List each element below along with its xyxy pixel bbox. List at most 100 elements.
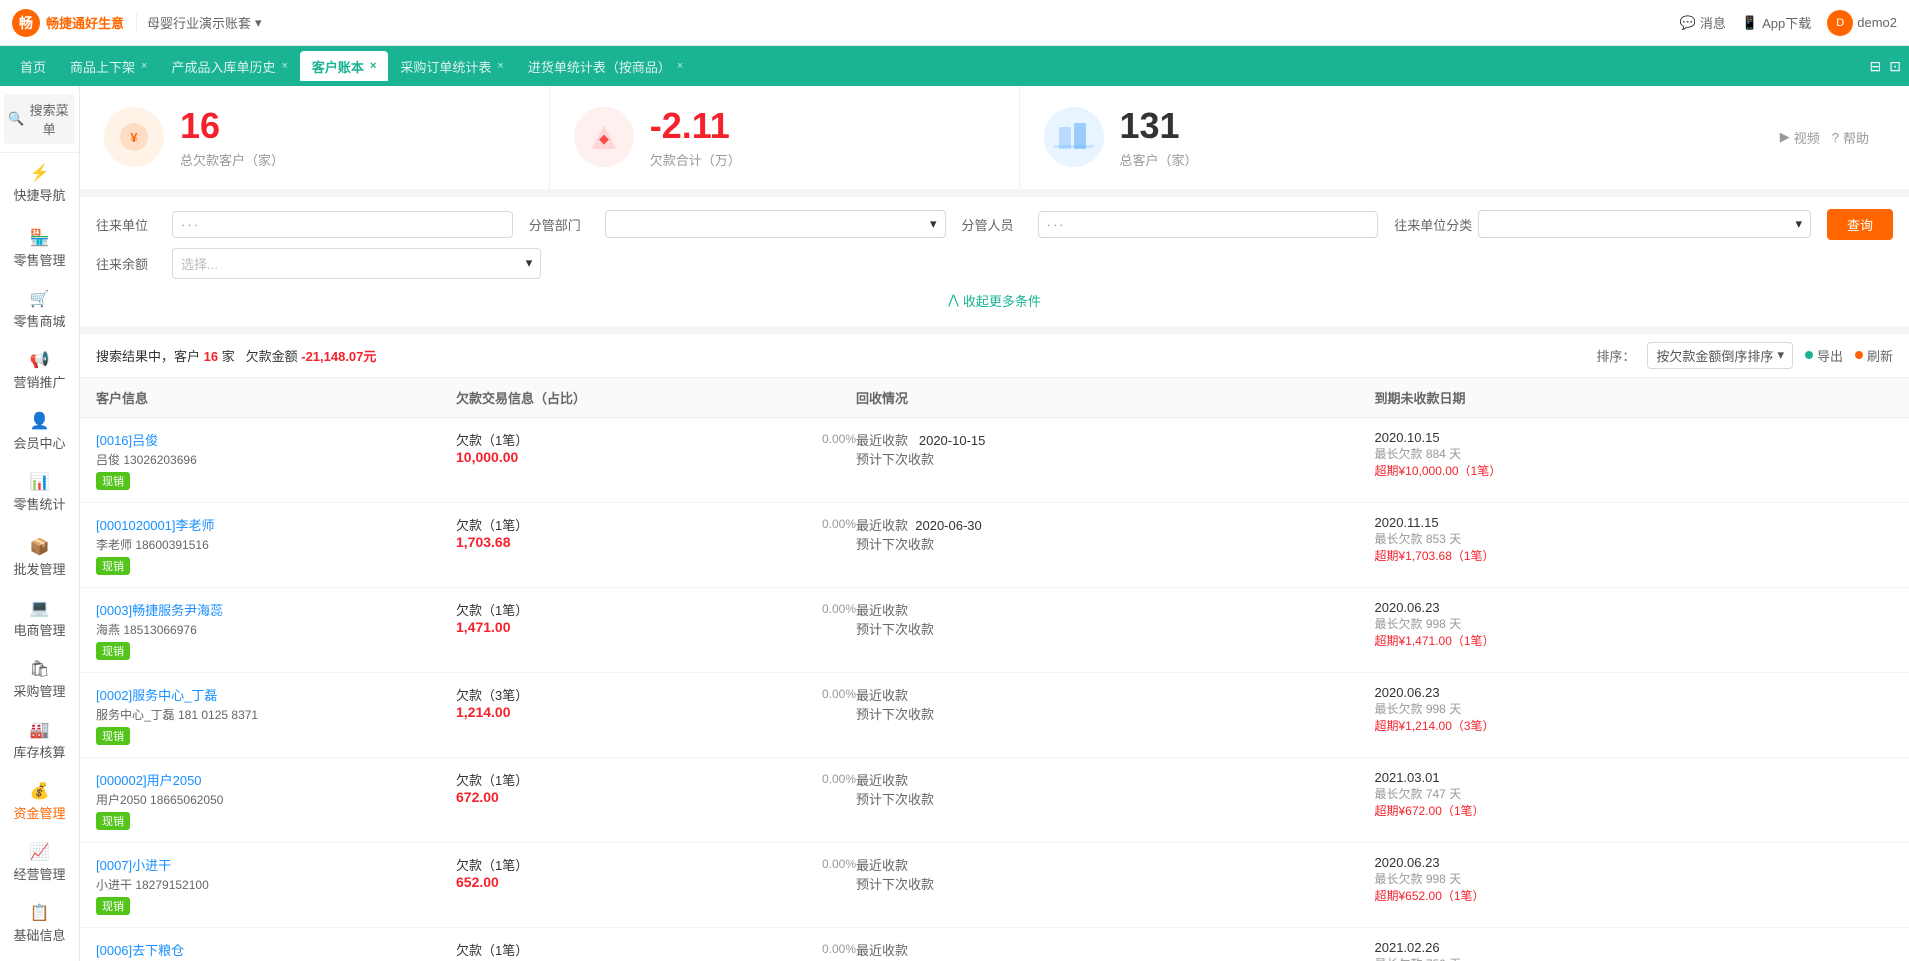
filter-select-dept[interactable]: ▾ <box>605 210 946 238</box>
sidebar-batch-mgmt-label: 批发管理 <box>13 559 65 578</box>
filter-input-from-unit[interactable]: ··· <box>172 211 513 238</box>
stats-row: ¥ 16 总欠款客户（家） ◆ -2.11 欠款合计（万） <box>80 86 1909 189</box>
filter-person-dots: ··· <box>1047 217 1066 232</box>
top-bar: 畅 畅捷通好生意 母婴行业演示账套 ▾ 💬 消息 📱 App下载 D demo2 <box>0 0 1909 46</box>
tab-purchase-order-close[interactable]: × <box>497 60 503 72</box>
sidebar-item-basic-info[interactable]: 📋 基础信息 <box>0 893 79 954</box>
quick-nav-icon: ⚡ <box>30 163 50 183</box>
data-table: 客户信息 欠款交易信息（占比） 回收情况 到期未收款日期 [0016]吕俊 吕俊… <box>80 378 1909 961</box>
table-row: [0016]吕俊 吕俊 13026203696 现销 欠款（1笔） 10,000… <box>80 418 1909 503</box>
overdue-link-3[interactable]: 超期¥1,214.00（3笔） <box>1375 717 1894 734</box>
customer-info-cell-1: [0001020001]李老师 李老师 18600391516 现销 <box>96 515 456 575</box>
stat-card-1: ¥ 16 总欠款客户（家） <box>80 86 550 189</box>
sidebar-item-retail-stats[interactable]: 📊 零售统计 <box>0 462 79 523</box>
inventory-icon: 🏭 <box>30 720 50 740</box>
filter-select-unit-category[interactable]: ▾ <box>1478 210 1811 238</box>
customer-name-1[interactable]: [0001020001]李老师 <box>96 518 215 533</box>
collection-info-6: 最近收款 预计下次收款 <box>856 940 1375 961</box>
help-btn[interactable]: ? 帮助 <box>1832 128 1869 147</box>
sidebar-item-marketing[interactable]: 📢 营销推广 <box>0 340 79 401</box>
main-layout: 🔍 搜索菜单 ⚡ 快捷导航 🏪 零售管理 🛒 零售商城 📢 营销推广 👤 会员中… <box>0 86 1909 961</box>
retail-store-icon: 🛒 <box>30 289 50 309</box>
overdue-link-0[interactable]: 超期¥10,000.00（1笔） <box>1375 462 1894 479</box>
filter-select-balance[interactable]: 选择... ▾ <box>172 248 541 279</box>
customer-name-0[interactable]: [0016]吕俊 <box>96 430 456 449</box>
app-download-btn[interactable]: 📱 App下载 <box>1742 13 1811 32</box>
search-button[interactable]: 查询 <box>1827 209 1893 240</box>
sidebar-item-quick-nav[interactable]: ⚡ 快捷导航 <box>0 153 79 214</box>
tab-products-off[interactable]: 商品上下架 × <box>58 51 159 81</box>
store-dropdown-icon: ▾ <box>255 15 262 31</box>
sidebar-item-ecommerce[interactable]: 💻 电商管理 <box>0 588 79 649</box>
sidebar-item-batch-mgmt[interactable]: 📦 批发管理 <box>0 527 79 588</box>
stat-content-3: 131 总客户（家） <box>1120 106 1198 169</box>
sidebar-search-btn[interactable]: 🔍 搜索菜单 <box>4 94 75 144</box>
collapse-label: 收起更多条件 <box>963 291 1041 310</box>
customer-info-cell-5: [0007]小进干 小进干 18279152100 现销 <box>96 855 456 915</box>
video-help-btn[interactable]: ▶ 视频 <box>1780 128 1820 147</box>
retail-mgmt-icon: 🏪 <box>30 228 50 248</box>
tab-produce-history[interactable]: 产成品入库单历史 × <box>159 51 299 81</box>
sidebar-item-finance[interactable]: 💰 资金管理 <box>0 771 79 832</box>
overdue-link-1[interactable]: 超期¥1,703.68（1笔） <box>1375 547 1894 564</box>
refresh-btn[interactable]: 刷新 <box>1855 346 1893 365</box>
message-btn[interactable]: 💬 消息 <box>1680 13 1726 32</box>
tab-products-off-label: 商品上下架 <box>70 57 135 76</box>
tab-minimize-icon[interactable]: ⊟ <box>1870 58 1882 75</box>
sidebar-item-inventory[interactable]: 🏭 库存核算 <box>0 710 79 771</box>
debt-col-0: 欠款（1笔） 10,000.00 0.00% <box>456 430 856 465</box>
sidebar-item-ops-mgmt[interactable]: 📈 经营管理 <box>0 832 79 893</box>
filter-label-balance: 往来余额 <box>96 254 166 273</box>
stat-content-1: 16 总欠款客户（家） <box>180 106 525 169</box>
sidebar-item-purchase-mgmt[interactable]: 🛍 采购管理 <box>0 649 79 710</box>
debt-col-4: 欠款（1笔） 672.00 0.00% <box>456 770 856 805</box>
filter-dept-arrow: ▾ <box>930 216 937 232</box>
user-menu-btn[interactable]: D demo2 <box>1827 10 1897 36</box>
debt-col-1: 欠款（1笔） 1,703.68 0.00% <box>456 515 856 550</box>
tab-customer-account[interactable]: 客户账本 × <box>300 51 388 81</box>
sidebar-item-retail-store[interactable]: 🛒 零售商城 <box>0 279 79 340</box>
collection-info-4: 最近收款 预计下次收款 <box>856 770 1375 808</box>
overdue-link-5[interactable]: 超期¥652.00（1笔） <box>1375 887 1894 904</box>
sidebar-item-retail-mgmt[interactable]: 🏪 零售管理 <box>0 218 79 279</box>
stat-card-3: 131 总客户（家） ▶ 视频 ? 帮助 <box>1020 86 1909 189</box>
logo-area: 畅 畅捷通好生意 <box>12 9 124 37</box>
export-btn[interactable]: 导出 <box>1805 346 1843 365</box>
filter-input-person[interactable]: ··· <box>1038 211 1379 238</box>
filter-item-person: 分管人员 ··· <box>962 211 1379 238</box>
tab-products-off-close[interactable]: × <box>141 60 147 72</box>
customer-name-4[interactable]: [000002]用户2050 <box>96 773 202 788</box>
table-header: 客户信息 欠款交易信息（占比） 回收情况 到期未收款日期 <box>80 378 1909 418</box>
overdue-info-2: 2020.06.23 最长欠款 998 天 超期¥1,471.00（1笔） <box>1375 600 1894 649</box>
tab-inbound-stats-close[interactable]: × <box>677 60 683 72</box>
svg-text:◆: ◆ <box>599 131 609 146</box>
customer-name-2[interactable]: [0003]畅捷服务尹海蕊 <box>96 603 223 618</box>
sort-label-prefix: 排序： <box>1596 346 1635 365</box>
debt-col-6: 欠款（1笔） 455.90 0.00% <box>456 940 856 961</box>
stat-icon-1: ¥ <box>104 107 164 167</box>
table-row: [0003]畅捷服务尹海蕊 海燕 18513066976 现销 欠款（1笔） 1… <box>80 588 1909 673</box>
video-label: 视频 <box>1794 128 1820 147</box>
customer-name-5[interactable]: [0007]小进干 <box>96 858 171 873</box>
sidebar-basic-info-label: 基础信息 <box>13 925 65 944</box>
tab-inbound-stats[interactable]: 进货单统计表（按商品） × <box>516 51 695 81</box>
store-selector[interactable]: 母婴行业演示账套 ▾ <box>136 13 262 32</box>
tab-produce-history-close[interactable]: × <box>281 60 287 72</box>
debt-percent-1: 0.00% <box>822 517 856 531</box>
tab-home[interactable]: 首页 <box>8 51 58 81</box>
tab-customer-account-close[interactable]: × <box>370 60 376 72</box>
sort-select[interactable]: 按欠款金额倒序排序 ▾ <box>1647 342 1793 369</box>
customer-sub-2: 海燕 18513066976 <box>96 621 456 638</box>
customer-name-6[interactable]: [0006]去下粮仓 <box>96 943 184 958</box>
overdue-link-4[interactable]: 超期¥672.00（1笔） <box>1375 802 1894 819</box>
collapse-more-btn[interactable]: ⋀ 收起更多条件 <box>96 287 1893 314</box>
customer-info-cell-6: [0006]去下粮仓 陈小帅 现销 <box>96 940 456 961</box>
customer-name-3[interactable]: [0002]服务中心_丁磊 <box>96 688 217 703</box>
tab-purchase-order[interactable]: 采购订单统计表 × <box>388 51 515 81</box>
sidebar-item-member-center[interactable]: 👤 会员中心 <box>0 401 79 462</box>
filter-item-dept: 分管部门 ▾ <box>529 210 946 238</box>
tab-expand-icon[interactable]: ⊡ <box>1889 58 1901 75</box>
sidebar-item-system-mgmt[interactable]: ⚙ 系统管理 <box>0 954 79 961</box>
stat-label-1: 总欠款客户（家） <box>180 150 525 169</box>
overdue-link-2[interactable]: 超期¥1,471.00（1笔） <box>1375 632 1894 649</box>
